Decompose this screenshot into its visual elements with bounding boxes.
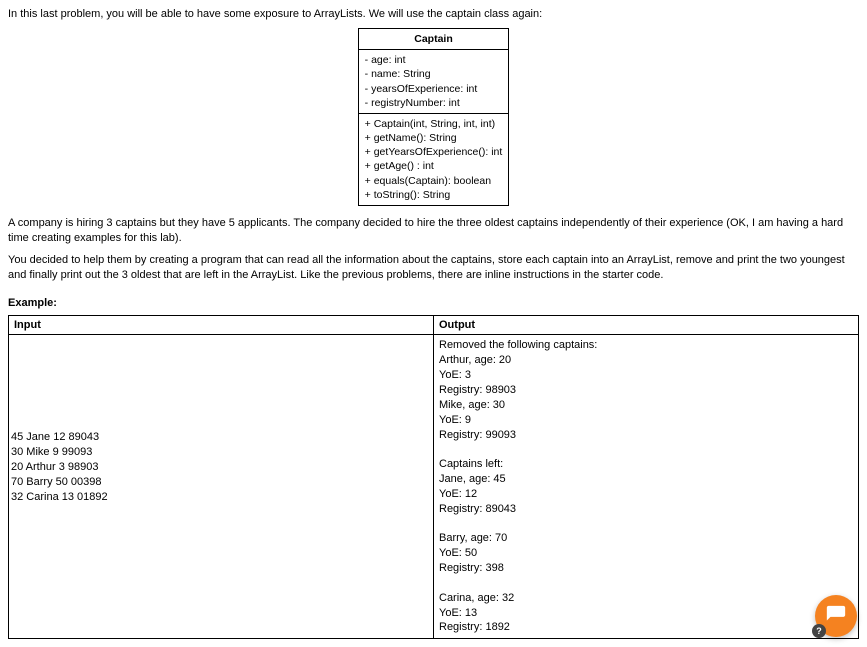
- io-table: Input Output 45 Jane 12 89043 30 Mike 9 …: [8, 315, 859, 639]
- intro-text: In this last problem, you will be able t…: [8, 8, 859, 20]
- input-header: Input: [9, 316, 434, 335]
- chat-icon: [825, 604, 847, 629]
- uml-title: Captain: [358, 29, 509, 50]
- example-label: Example:: [8, 297, 859, 309]
- uml-table: Captain - age: int - name: String - year…: [358, 28, 510, 206]
- uml-container: Captain - age: int - name: String - year…: [8, 28, 859, 206]
- output-text: Removed the following captains: Arthur, …: [439, 338, 853, 635]
- input-text: 45 Jane 12 89043 30 Mike 9 99093 20 Arth…: [11, 430, 108, 504]
- output-cell: Removed the following captains: Arthur, …: [434, 335, 859, 639]
- uml-methods: + Captain(int, String, int, int) + getNa…: [358, 113, 509, 205]
- paragraph-2: You decided to help them by creating a p…: [8, 253, 859, 284]
- input-cell: 45 Jane 12 89043 30 Mike 9 99093 20 Arth…: [9, 335, 434, 639]
- output-header: Output: [434, 316, 859, 335]
- paragraph-1: A company is hiring 3 captains but they …: [8, 216, 859, 247]
- uml-fields: - age: int - name: String - yearsOfExper…: [358, 50, 509, 114]
